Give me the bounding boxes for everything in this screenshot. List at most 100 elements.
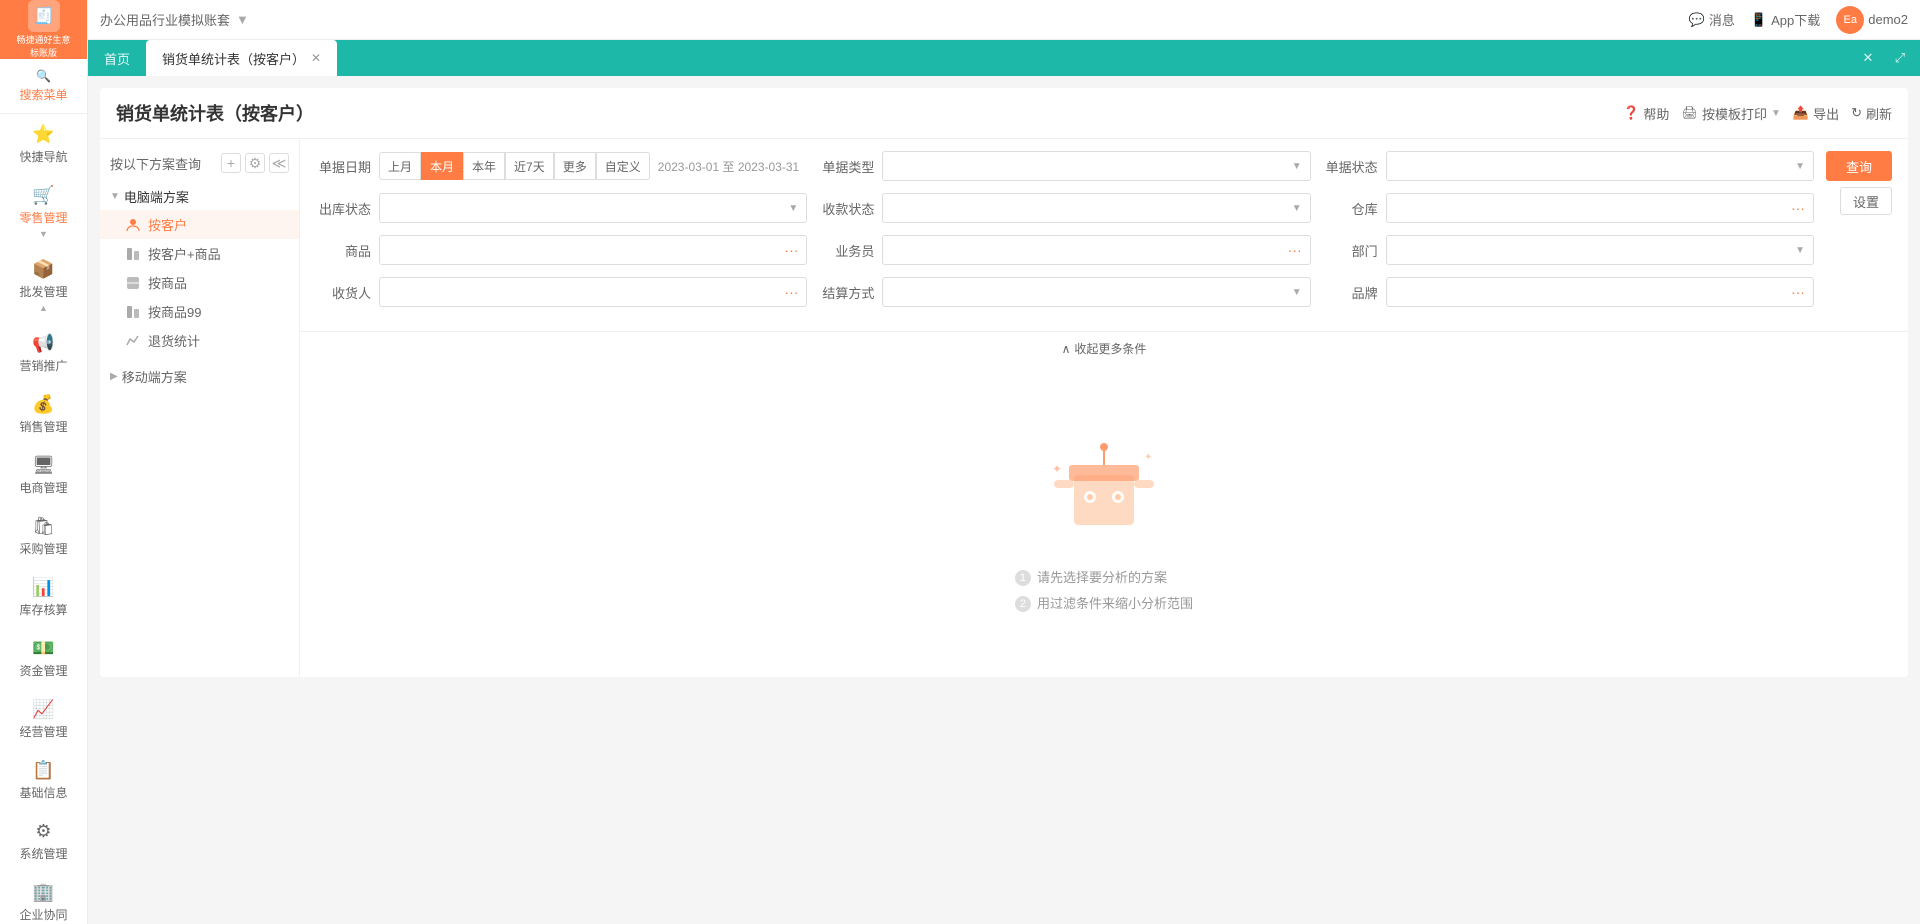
date-btn-custom[interactable]: 自定义: [596, 152, 650, 180]
warehouse-label: 仓库: [1323, 199, 1378, 218]
salesperson-select[interactable]: ···: [882, 235, 1310, 265]
receiver-select[interactable]: ···: [379, 277, 807, 307]
refresh-button[interactable]: ↻ 刷新: [1851, 104, 1892, 123]
filter-row-4: 收货人 ··· 结算方式: [316, 277, 1814, 307]
message-label: 消息: [1709, 10, 1735, 29]
customer-icon: [124, 216, 142, 234]
sidebar-item-system[interactable]: ⚙ 系统管理: [0, 811, 87, 872]
scheme-item-customer-goods[interactable]: 按客户+商品: [100, 239, 299, 268]
tip-num-2: 2: [1015, 596, 1031, 612]
app-download-label: App下载: [1771, 10, 1820, 29]
sidebar-item-retail[interactable]: 🛒 零售管理 ▼: [0, 175, 87, 249]
expand-arrow-icon: ▼: [39, 229, 48, 239]
sidebar-item-label: 批发管理: [19, 283, 67, 300]
sidebar-item-purchase[interactable]: 🛍 采购管理: [0, 506, 87, 567]
export-icon: 📤: [1793, 105, 1809, 121]
export-button[interactable]: 📤 导出: [1793, 104, 1839, 123]
wholesale-icon: 📦: [32, 259, 54, 280]
date-btn-current-year[interactable]: 本年: [463, 152, 505, 180]
breadcrumb: 办公用品行业模拟账套: [100, 10, 230, 29]
scheme-group-mobile-header[interactable]: ▶ 移动端方案: [100, 363, 299, 390]
scheme-item-return-stats[interactable]: 退货统计: [100, 326, 299, 355]
operation-icon: 📈: [32, 699, 54, 720]
scheme-panel: 按以下方案查询 + ⚙ ≪ ▼ 电脑端方案: [100, 139, 300, 677]
sidebar-item-quick-nav[interactable]: ⭐ 快捷导航: [0, 114, 87, 175]
sidebar-item-enterprise[interactable]: 🏢 企业协同: [0, 872, 87, 924]
header-left: 办公用品行业模拟账套 ▼: [100, 10, 249, 29]
system-icon: ⚙: [35, 821, 51, 842]
scheme-collapse-button[interactable]: ≪: [269, 153, 289, 173]
brand-select[interactable]: ···: [1386, 277, 1814, 307]
settlement-select[interactable]: ▼: [882, 277, 1310, 307]
customer-goods-icon: [124, 245, 142, 263]
date-filter-buttons: 上月 本月 本年 近7天 更多 自定义 2023-03-01 至 2023-03…: [379, 152, 807, 180]
date-btn-last7[interactable]: 近7天: [505, 152, 554, 180]
scheme-settings-button[interactable]: ⚙: [245, 153, 265, 173]
scheme-group-label: 移动端方案: [122, 367, 187, 386]
sidebar-item-basic[interactable]: 📋 基础信息: [0, 750, 87, 811]
print-button[interactable]: 🖨 按模板打印 ▼: [1681, 104, 1780, 123]
doc-status-label: 单据状态: [1323, 157, 1378, 176]
message-icon: 💬: [1689, 12, 1705, 28]
sidebar-item-finance[interactable]: 💵 资金管理: [0, 628, 87, 689]
query-button[interactable]: 查询: [1826, 151, 1892, 181]
refresh-icon: ↻: [1851, 105, 1862, 121]
user-menu[interactable]: Ea demo2: [1836, 6, 1908, 34]
help-button[interactable]: ❓ 帮助: [1623, 104, 1669, 123]
receiver-dots-icon: ···: [784, 284, 798, 300]
message-button[interactable]: 💬 消息: [1689, 10, 1735, 29]
doc-status-select[interactable]: ▼: [1386, 151, 1814, 181]
payment-status-arrow-icon: ▼: [1292, 203, 1302, 214]
sidebar-item-label: 采购管理: [19, 540, 67, 557]
empty-tips: 1 请先选择要分析的方案 2 用过滤条件来缩小分析范围: [1015, 565, 1193, 617]
doc-type-label: 单据类型: [819, 157, 874, 176]
filter-warehouse: 仓库 ···: [1323, 193, 1814, 223]
sidebar-item-search[interactable]: 🔍 搜索菜单: [0, 59, 87, 114]
date-btn-last-month[interactable]: 上月: [379, 152, 421, 180]
sidebar-item-label: 资金管理: [19, 662, 67, 679]
scheme-item-by-customer[interactable]: 按客户: [100, 210, 299, 239]
date-label: 单据日期: [316, 157, 371, 176]
tab-sales-stat[interactable]: 销货单统计表（按客户） ✕: [146, 40, 337, 76]
breadcrumb-dropdown-icon[interactable]: ▼: [236, 12, 249, 27]
doc-type-arrow-icon: ▼: [1292, 161, 1302, 172]
sidebar-item-inventory[interactable]: 📊 库存核算: [0, 567, 87, 628]
date-btn-current-month[interactable]: 本月: [421, 152, 463, 180]
tab-close-all-button[interactable]: ✕: [1856, 46, 1880, 70]
filter-doc-type: 单据类型 ▼: [819, 151, 1310, 181]
tab-controls: ✕ ⤢: [1856, 46, 1920, 70]
sidebar-item-label: 库存核算: [19, 601, 67, 618]
collapse-bar[interactable]: ∧ 收起更多条件: [300, 331, 1908, 365]
sidebar-item-marketing[interactable]: 📢 营销推广: [0, 323, 87, 384]
app-logo[interactable]: 🧾 畅捷通好生意 标账版: [0, 0, 88, 59]
sidebar-item-ecommerce[interactable]: 🖥 电商管理: [0, 445, 87, 506]
scheme-add-button[interactable]: +: [221, 153, 241, 173]
scheme-item-goods99[interactable]: 按商品99: [100, 297, 299, 326]
settings-button[interactable]: 设置: [1840, 187, 1892, 215]
sidebar-item-label: 系统管理: [19, 845, 67, 862]
tab-close-icon[interactable]: ✕: [311, 51, 321, 65]
tip-text-2: 用过滤条件来缩小分析范围: [1037, 591, 1193, 617]
filter-salesperson: 业务员 ···: [819, 235, 1310, 265]
scheme-item-label: 按商品: [148, 273, 187, 292]
warehouse-dots-icon: ···: [1791, 200, 1805, 216]
goods-icon: [124, 274, 142, 292]
goods-select[interactable]: ···: [379, 235, 807, 265]
scheme-group-desktop-header[interactable]: ▼ 电脑端方案: [100, 183, 299, 210]
sidebar-item-wholesale[interactable]: 📦 批发管理 ▲: [0, 249, 87, 323]
tab-expand-button[interactable]: ⤢: [1888, 46, 1912, 70]
date-btn-more[interactable]: 更多: [554, 152, 596, 180]
sidebar-item-label: 基础信息: [19, 784, 67, 801]
department-select[interactable]: ▼: [1386, 235, 1814, 265]
sidebar: 🧾 畅捷通好生意 标账版 🔍 搜索菜单 ⭐ 快捷导航 🛒 零售管理 ▼ 📦 批发…: [0, 0, 88, 924]
doc-type-select[interactable]: ▼: [882, 151, 1310, 181]
tab-home[interactable]: 首页: [88, 40, 146, 76]
warehouse-select[interactable]: ···: [1386, 193, 1814, 223]
app-download-button[interactable]: 📱 App下载: [1751, 10, 1820, 29]
filter-receiver: 收货人 ···: [316, 277, 807, 307]
scheme-item-by-goods[interactable]: 按商品: [100, 268, 299, 297]
sidebar-item-sales[interactable]: 💰 销售管理: [0, 384, 87, 445]
out-status-select[interactable]: ▼: [379, 193, 807, 223]
payment-status-select[interactable]: ▼: [882, 193, 1310, 223]
sidebar-item-operation[interactable]: 📈 经营管理: [0, 689, 87, 750]
